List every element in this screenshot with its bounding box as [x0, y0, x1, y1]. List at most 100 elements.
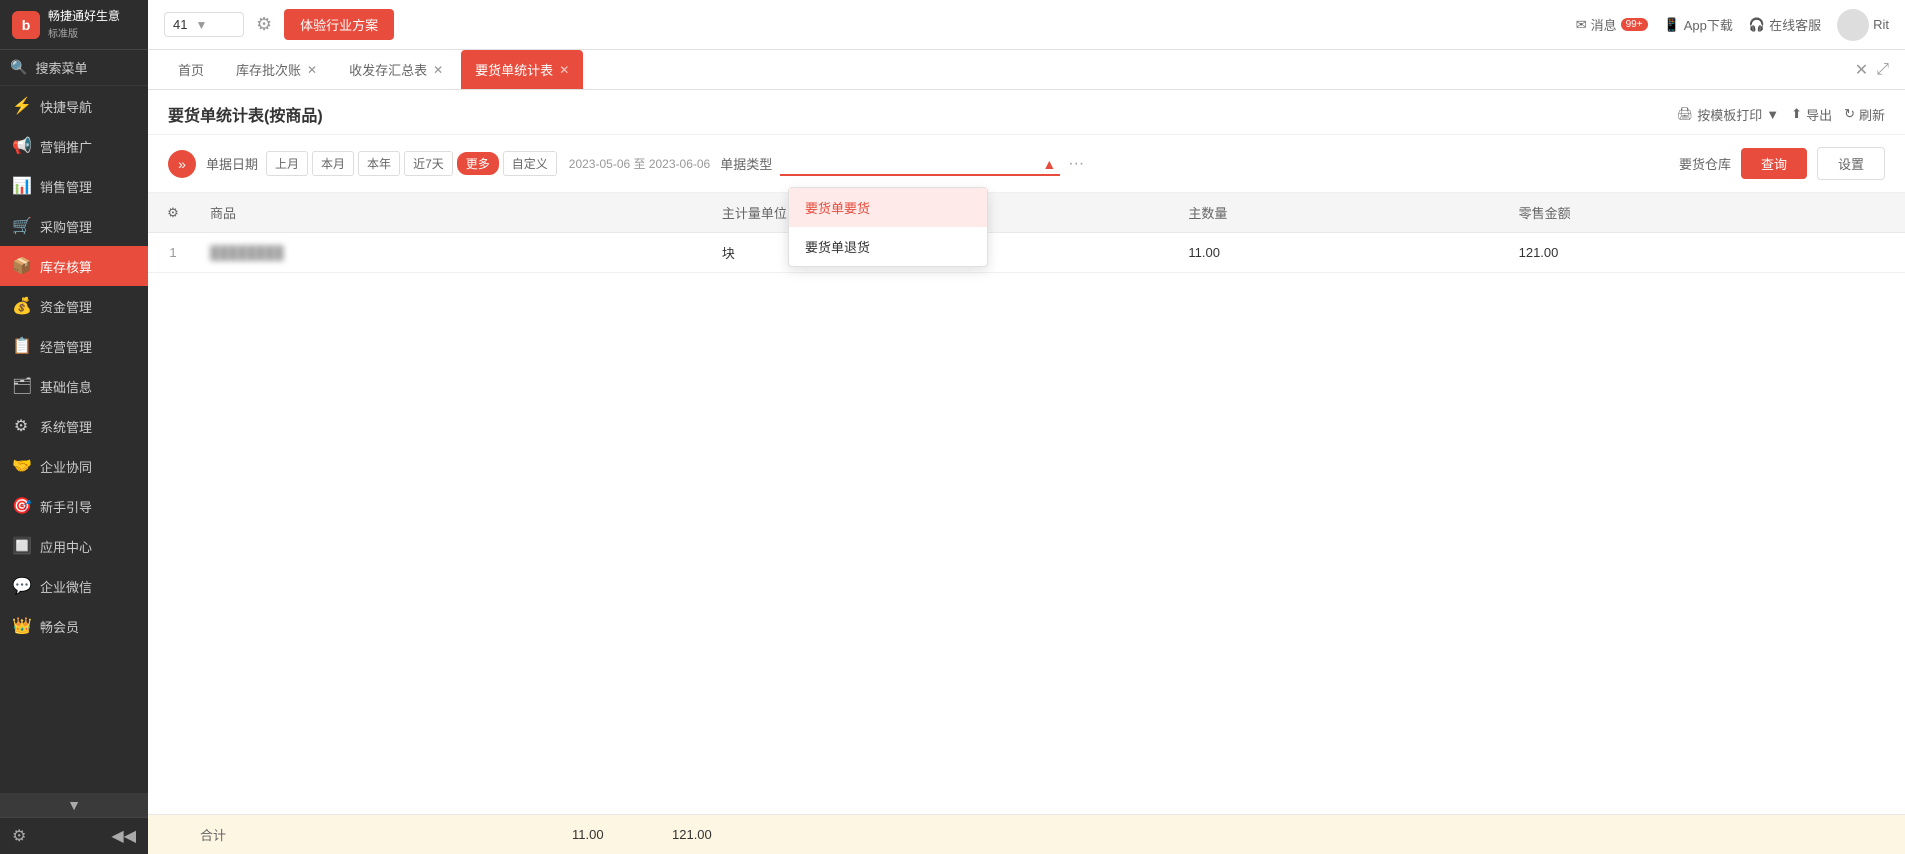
sidebar-item-guide[interactable]: 🎯 新手引导: [0, 486, 148, 526]
col-settings-icon[interactable]: ⚙: [148, 193, 198, 233]
dropdown-item-order-return[interactable]: 要货单退货: [789, 227, 987, 266]
sidebar-item-marketing[interactable]: 📢 营销推广: [0, 126, 148, 166]
sidebar-nav: ⚡ 快捷导航 📢 营销推广 📊 销售管理 🛒 采购管理 📦 库存核算 💰 资金管…: [0, 86, 148, 793]
export-label: 导出: [1806, 105, 1832, 124]
expand-tab-icon[interactable]: ⤢: [1876, 61, 1889, 79]
chevron-down-icon: ▼: [195, 18, 207, 32]
sidebar-item-label: 资金管理: [40, 297, 92, 316]
topbar: 41 ▼ ⚙ 体验行业方案 ✉ 消息 99+ 📱 App下载 🎧 在线客服 R: [148, 0, 1905, 50]
sidebar-item-app-center[interactable]: 🔲 应用中心: [0, 526, 148, 566]
sales-icon: 📊: [12, 176, 30, 196]
date-shortcuts: 上月 本月 本年 近7天 更多 自定义: [266, 151, 557, 176]
table-wrapper: ⚙ 商品 主计量单位 主数量 零售金额 1 ████████ 块 11.: [148, 193, 1905, 814]
filter-more-icon[interactable]: ···: [1068, 155, 1084, 173]
tab-receipt-summary-label: 收发存汇总表: [349, 60, 427, 79]
sidebar-item-enterprise[interactable]: 🤝 企业协同: [0, 446, 148, 486]
sidebar-item-inventory[interactable]: 📦 库存核算: [0, 246, 148, 286]
collapse-icon[interactable]: ◀◀: [111, 826, 136, 846]
online-service-item[interactable]: 🎧 在线客服: [1749, 15, 1821, 34]
export-button[interactable]: ⬆ 导出: [1791, 105, 1832, 124]
message-icon: ✉: [1576, 17, 1587, 33]
app-download-icon: 📱: [1664, 17, 1680, 33]
refresh-label: 刷新: [1859, 105, 1885, 124]
date-label: 单据日期: [206, 154, 258, 173]
print-expand-icon: ▼: [1766, 107, 1779, 122]
user-profile[interactable]: Rit: [1837, 9, 1889, 41]
last-7-days-btn[interactable]: 近7天: [404, 151, 453, 176]
product-name-blurred: ████████: [210, 245, 284, 260]
page-actions: 🖨 按模板打印 ▼ ⬆ 导出 ↻ 刷新: [1677, 105, 1885, 124]
online-service-label: 在线客服: [1769, 15, 1821, 34]
col-product: 商品: [198, 193, 710, 233]
trial-button[interactable]: 体验行业方案: [284, 9, 394, 40]
company-selector[interactable]: 41 ▼: [164, 12, 244, 37]
type-dropdown-arrow-icon[interactable]: ▲: [1042, 156, 1056, 172]
sidebar-item-business[interactable]: 📋 经营管理: [0, 326, 148, 366]
sidebar-item-quick-nav[interactable]: ⚡ 快捷导航: [0, 86, 148, 126]
sidebar-item-label: 企业微信: [40, 577, 92, 596]
tab-inventory-batch[interactable]: 库存批次账 ✕: [222, 50, 331, 89]
print-label: 按模板打印: [1697, 105, 1762, 124]
tab-order-stats[interactable]: 要货单统计表 ✕: [461, 50, 583, 89]
settings-icon[interactable]: ⚙: [12, 826, 26, 846]
page-header: 要货单统计表(按商品) 🖨 按模板打印 ▼ ⬆ 导出 ↻ 刷新: [148, 90, 1905, 135]
app-download-item[interactable]: 📱 App下载: [1664, 15, 1733, 34]
footer-quantity: 11.00: [560, 827, 660, 842]
sidebar-item-vip[interactable]: 👑 畅会员: [0, 606, 148, 646]
table-row: 1 ████████ 块 11.00 121.00: [148, 233, 1905, 273]
this-year-btn[interactable]: 本年: [358, 151, 400, 176]
sidebar-scroll-down[interactable]: ▼: [0, 793, 148, 817]
cell-quantity: 11.00: [1176, 233, 1506, 273]
sidebar-item-label: 应用中心: [40, 537, 92, 556]
topbar-left: 41 ▼ ⚙ 体验行业方案: [164, 9, 394, 40]
type-label: 单据类型: [720, 154, 772, 173]
system-icon: ⚙: [12, 416, 30, 436]
filter-expand-button[interactable]: »: [168, 150, 196, 178]
close-tab-receipt-summary-icon[interactable]: ✕: [433, 63, 443, 77]
avatar: [1837, 9, 1869, 41]
messages-label: 消息: [1591, 15, 1617, 34]
sidebar-item-sales[interactable]: 📊 销售管理: [0, 166, 148, 206]
close-all-tabs-icon[interactable]: ✕: [1855, 60, 1868, 80]
main-content: 41 ▼ ⚙ 体验行业方案 ✉ 消息 99+ 📱 App下载 🎧 在线客服 R: [148, 0, 1905, 854]
messages-badge: 99+: [1621, 18, 1648, 31]
sidebar: b 畅捷通好生意 标准版 🔍 搜索菜单 ⚡ 快捷导航 📢 营销推广 📊 销售管理…: [0, 0, 148, 854]
date-filter-group: 单据日期 上月 本月 本年 近7天 更多 自定义 2023-05-06 至 20…: [206, 151, 710, 176]
sidebar-item-system[interactable]: ⚙ 系统管理: [0, 406, 148, 446]
this-month-btn[interactable]: 本月: [312, 151, 354, 176]
sidebar-item-wechat[interactable]: 💬 企业微信: [0, 566, 148, 606]
topbar-settings-icon[interactable]: ⚙: [256, 14, 272, 35]
logo-badge: 标准版: [48, 25, 120, 40]
search-menu[interactable]: 🔍 搜索菜单: [0, 50, 148, 86]
more-btn[interactable]: 更多: [457, 152, 499, 175]
close-tab-inventory-batch-icon[interactable]: ✕: [307, 63, 317, 77]
table-header-row: ⚙ 商品 主计量单位 主数量 零售金额: [148, 193, 1905, 233]
logo-name: 畅捷通好生意: [48, 9, 120, 25]
tab-inventory-batch-label: 库存批次账: [236, 60, 301, 79]
cell-index: 1: [148, 233, 198, 273]
type-input[interactable]: [780, 151, 1060, 176]
sidebar-item-basic[interactable]: 🗂 基础信息: [0, 366, 148, 406]
wechat-icon: 💬: [12, 576, 30, 596]
messages-item[interactable]: ✉ 消息 99+: [1576, 15, 1648, 34]
dropdown-item-order-request[interactable]: 要货单要货: [789, 188, 987, 227]
business-icon: 📋: [12, 336, 30, 356]
query-button[interactable]: 查询: [1741, 148, 1807, 179]
setup-button[interactable]: 设置: [1817, 147, 1885, 180]
tab-home[interactable]: 首页: [164, 50, 218, 89]
custom-btn[interactable]: 自定义: [503, 151, 557, 176]
page-title: 要货单统计表(按商品): [168, 102, 323, 126]
sidebar-item-finance[interactable]: 💰 资金管理: [0, 286, 148, 326]
print-button[interactable]: 🖨 按模板打印 ▼: [1677, 105, 1779, 124]
table-footer: 合计 11.00 121.00: [148, 814, 1905, 854]
user-name: Rit: [1873, 17, 1889, 32]
type-input-wrapper: ▲: [780, 151, 1060, 176]
last-month-btn[interactable]: 上月: [266, 151, 308, 176]
type-dropdown: 要货单要货 要货单退货: [788, 187, 988, 267]
finance-icon: 💰: [12, 296, 30, 316]
close-tab-order-stats-icon[interactable]: ✕: [559, 63, 569, 77]
tab-receipt-summary[interactable]: 收发存汇总表 ✕: [335, 50, 457, 89]
refresh-button[interactable]: ↻ 刷新: [1844, 105, 1885, 124]
sidebar-item-purchase[interactable]: 🛒 采购管理: [0, 206, 148, 246]
sidebar-item-label: 营销推广: [40, 137, 92, 156]
